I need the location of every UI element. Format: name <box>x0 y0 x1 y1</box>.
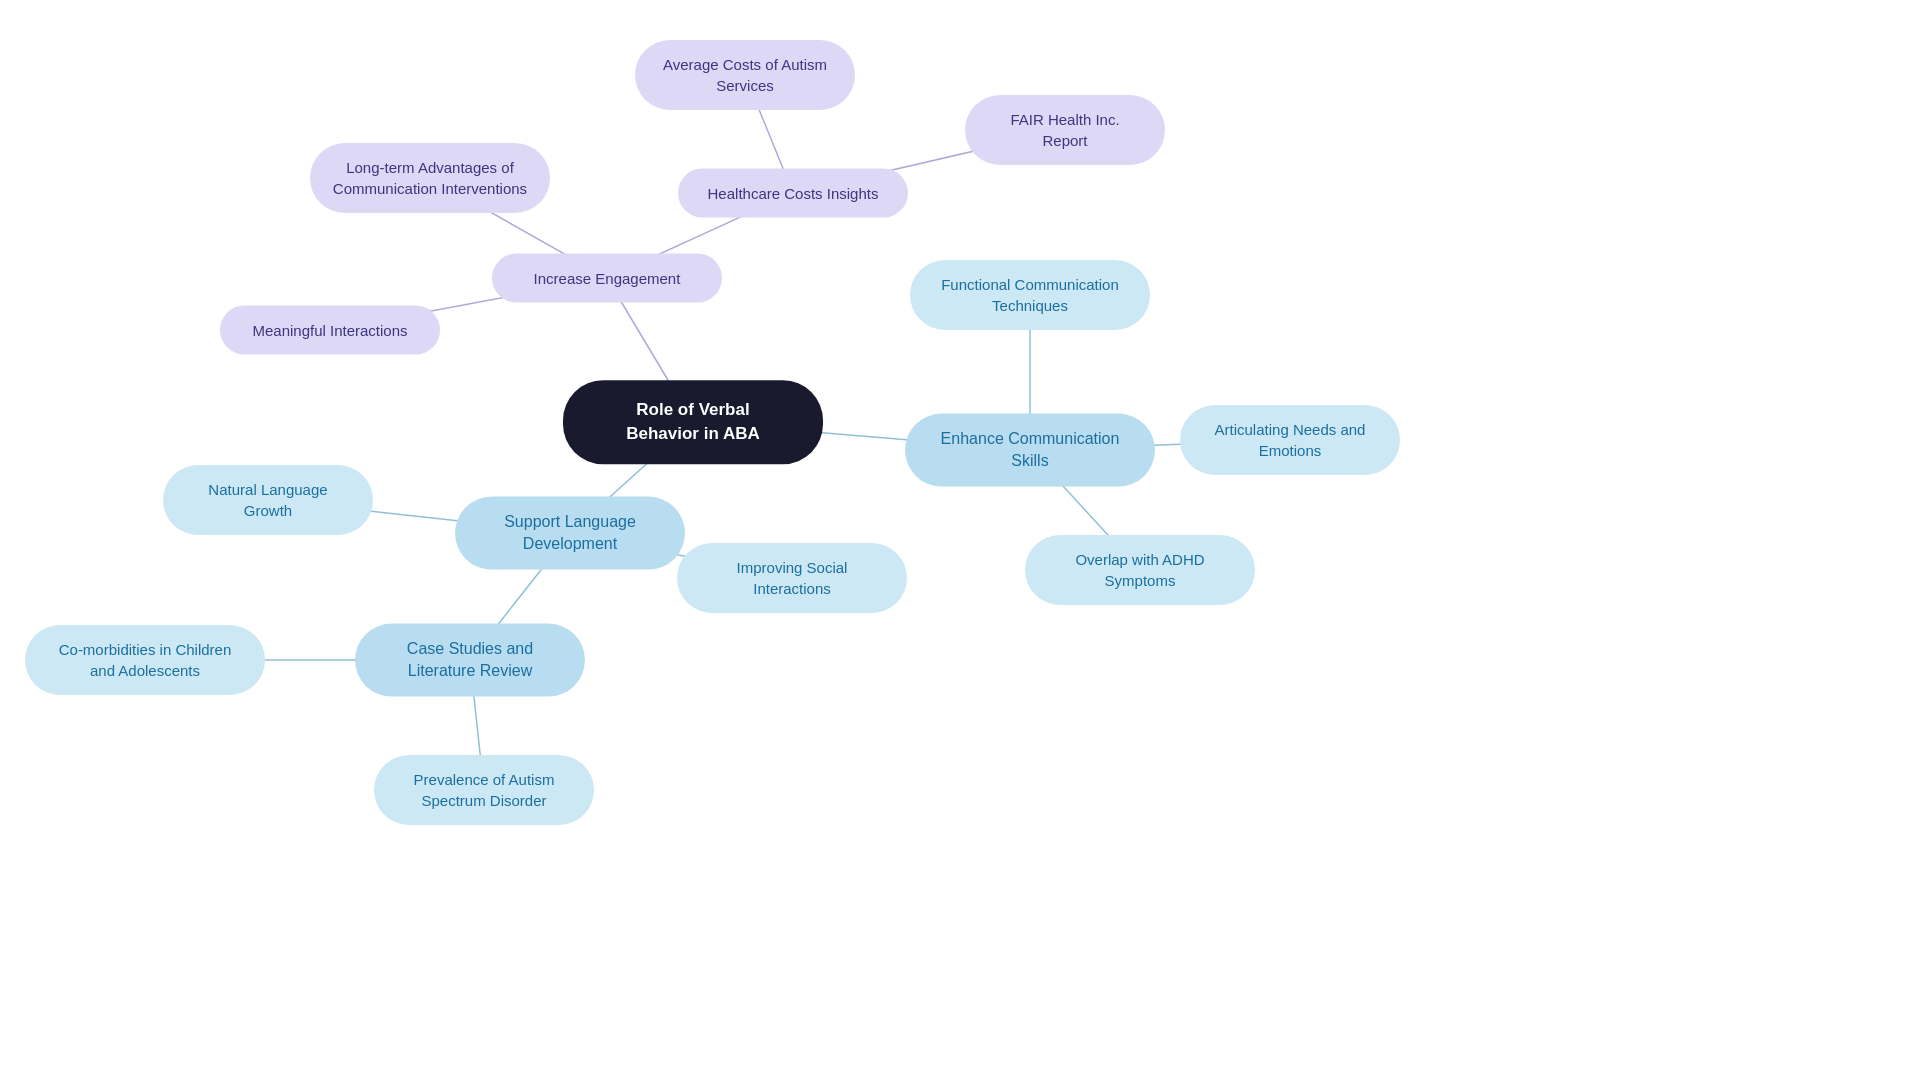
articulating-node[interactable]: Articulating Needs and Emotions <box>1180 405 1400 475</box>
case-studies-node[interactable]: Case Studies and Literature Review <box>355 624 585 697</box>
longterm-advantages-node[interactable]: Long-term Advantages of Communication In… <box>310 143 550 213</box>
meaningful-interactions-node[interactable]: Meaningful Interactions <box>220 306 440 355</box>
functional-comm-node[interactable]: Functional Communication Techniques <box>910 260 1150 330</box>
enhance-comm-node[interactable]: Enhance Communication Skills <box>905 414 1155 487</box>
connections-svg <box>0 0 1920 1083</box>
mindmap-container: Role of Verbal Behavior in ABA Increase E… <box>0 0 1920 1083</box>
support-language-node[interactable]: Support Language Development <box>455 497 685 570</box>
overlap-adhd-node[interactable]: Overlap with ADHD Symptoms <box>1025 535 1255 605</box>
increase-engagement-node[interactable]: Increase Engagement <box>492 254 722 303</box>
natural-language-node[interactable]: Natural Language Growth <box>163 465 373 535</box>
comorbidities-node[interactable]: Co-morbidities in Children and Adolescen… <box>25 625 265 695</box>
center-node[interactable]: Role of Verbal Behavior in ABA <box>563 380 823 464</box>
fair-health-node[interactable]: FAIR Health Inc. Report <box>965 95 1165 165</box>
avg-costs-node[interactable]: Average Costs of Autism Services <box>635 40 855 110</box>
improving-social-node[interactable]: Improving Social Interactions <box>677 543 907 613</box>
prevalence-node[interactable]: Prevalence of Autism Spectrum Disorder <box>374 755 594 825</box>
healthcare-costs-node[interactable]: Healthcare Costs Insights <box>678 169 908 218</box>
